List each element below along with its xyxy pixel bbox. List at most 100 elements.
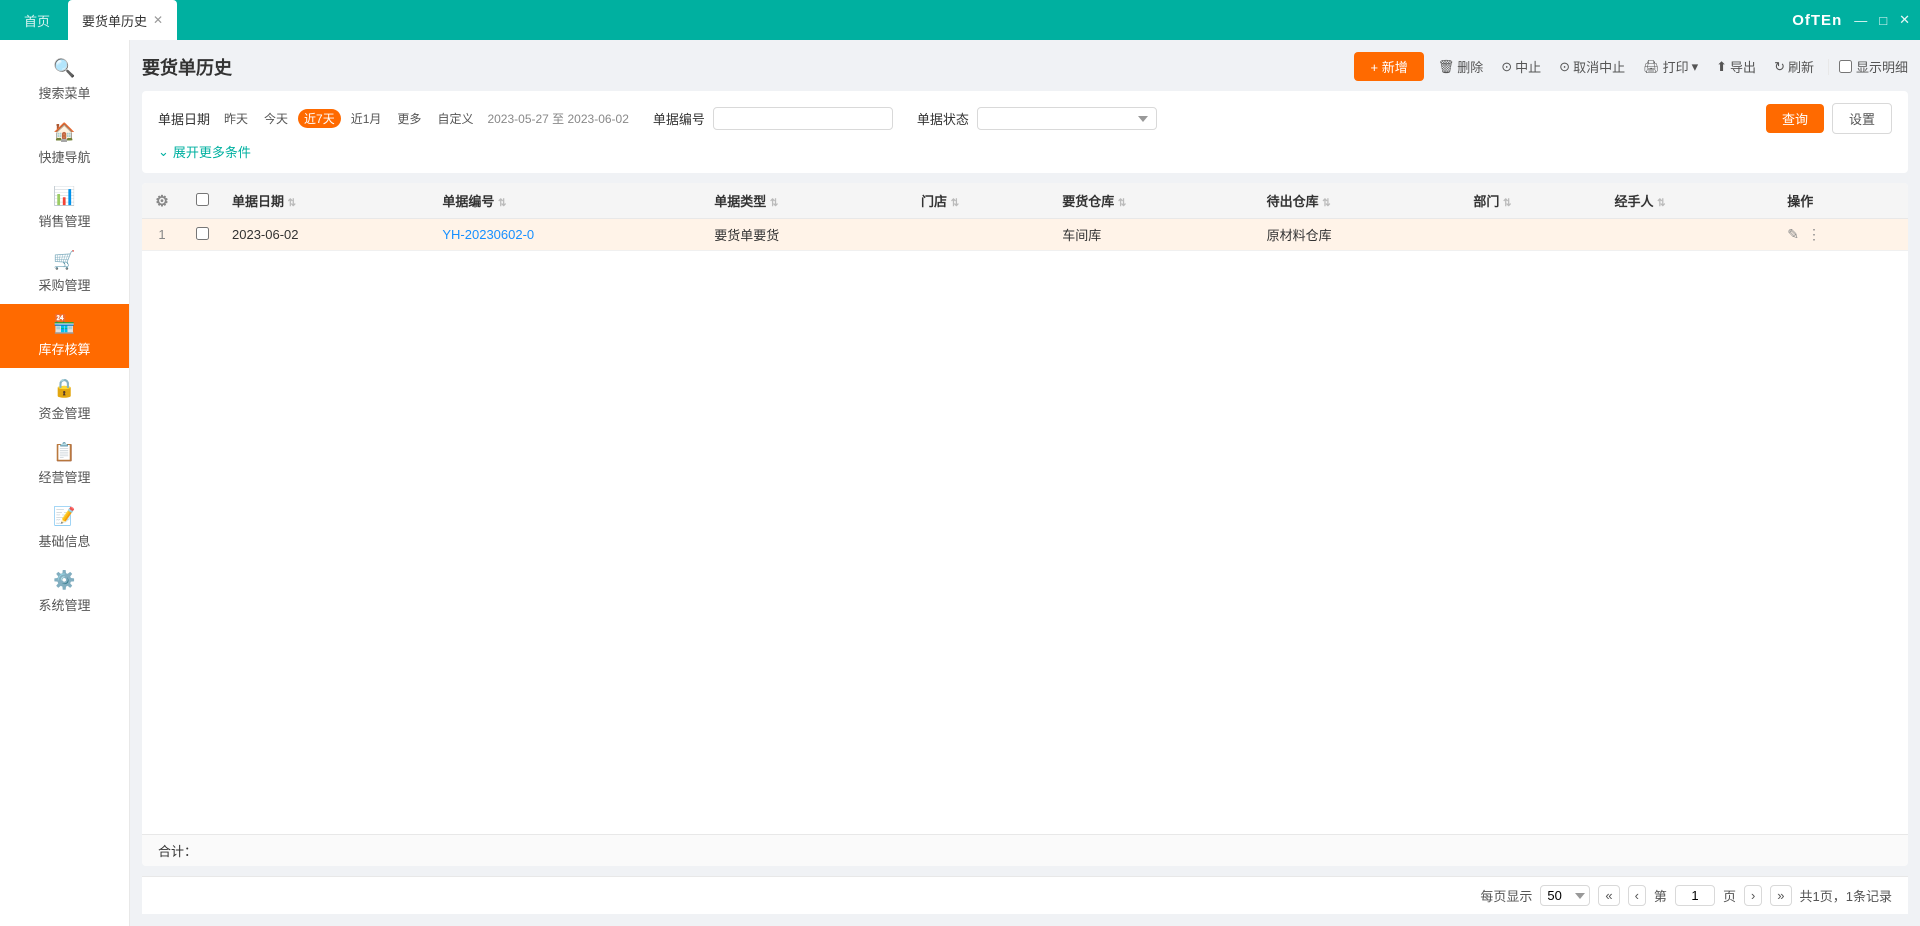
sidebar-item-purchase-label: 采购管理	[38, 275, 90, 294]
tab-history-label: 要货单历史	[82, 11, 147, 30]
pagination: 每页显示 10 20 50 100 « ‹ 第 页 › » 共1页，1条记录	[142, 876, 1908, 914]
col-doctype: 单据类型 ⇅	[704, 183, 911, 219]
sort-docno-icon[interactable]: ⇅	[498, 198, 506, 209]
col-dept: 部门 ⇅	[1463, 183, 1604, 219]
total-info: 共1页，1条记录	[1800, 886, 1892, 905]
row-index: 1	[142, 219, 182, 251]
window-close[interactable]: ✕	[1899, 12, 1910, 28]
date-opt-7days[interactable]: 近7天	[298, 109, 341, 128]
window-maximize[interactable]: □	[1879, 13, 1887, 28]
stop-icon: ⊙	[1501, 59, 1512, 75]
more-action-icon[interactable]: ⋮	[1807, 226, 1821, 243]
sidebar-item-operation-label: 经营管理	[38, 467, 90, 486]
date-opt-more[interactable]: 更多	[391, 109, 427, 128]
chevron-down-icon: ⌄	[158, 144, 169, 160]
row-dept	[1463, 219, 1604, 251]
sort-reqwarehouse-icon[interactable]: ⇅	[1118, 198, 1126, 209]
table-row[interactable]: 1 2023-06-02 YH-20230602-0 要货单要货 车间库 原材料…	[142, 219, 1908, 251]
col-pendingwarehouse: 待出仓库 ⇅	[1257, 183, 1464, 219]
date-opt-custom[interactable]: 自定义	[431, 109, 479, 128]
close-tab-icon[interactable]: ✕	[153, 13, 163, 27]
window-minimize[interactable]: —	[1854, 13, 1867, 28]
row-reqwarehouse: 车间库	[1052, 219, 1256, 251]
date-opt-1month[interactable]: 近1月	[345, 109, 388, 128]
page-size-select[interactable]: 10 20 50 100	[1540, 885, 1590, 906]
table-body: 1 2023-06-02 YH-20230602-0 要货单要货 车间库 原材料…	[142, 219, 1908, 251]
row-shop	[911, 219, 1052, 251]
sidebar-item-finance-label: 资金管理	[38, 403, 90, 422]
col-settings[interactable]: ⚙	[142, 183, 182, 219]
toolbar: + 新增 🗑 删除 ⊙ 中止 ⊙ 取消中止 🖨 打印 ▾	[1354, 52, 1908, 81]
print-dropdown-icon: ▾	[1692, 59, 1699, 75]
sidebar-item-operation[interactable]: 📋 经营管理	[0, 432, 129, 496]
filter-actions: 查询 设置	[1766, 103, 1892, 134]
sort-doctype-icon[interactable]: ⇅	[770, 198, 778, 209]
print-icon: 🖨	[1643, 59, 1660, 75]
expand-button[interactable]: ⌄ 展开更多条件	[158, 142, 251, 161]
tab-history[interactable]: 要货单历史 ✕	[68, 0, 177, 40]
sort-handler-icon[interactable]: ⇅	[1657, 198, 1665, 209]
sidebar-item-shortcut-label: 快捷导航	[38, 147, 90, 166]
select-all-checkbox[interactable]	[196, 193, 209, 206]
prev-page-button[interactable]: ‹	[1628, 885, 1646, 906]
row-docno[interactable]: YH-20230602-0	[432, 219, 704, 251]
finance-icon: 🔒	[53, 378, 75, 399]
sidebar-item-sales-label: 销售管理	[38, 211, 90, 230]
filter-date-group: 单据日期 昨天 今天 近7天 近1月 更多 自定义 2023-05-27 至 2…	[158, 109, 629, 128]
stop-button[interactable]: ⊙ 中止	[1497, 55, 1545, 78]
date-opts: 昨天 今天 近7天 近1月 更多 自定义	[218, 109, 479, 128]
data-table: ⚙ 单据日期 ⇅ 单据编号 ⇅	[142, 183, 1908, 251]
status-filter-label: 单据状态	[917, 109, 969, 128]
sidebar-item-sales[interactable]: 📊 销售管理	[0, 176, 129, 240]
sidebar-item-purchase[interactable]: 🛒 采购管理	[0, 240, 129, 304]
date-opt-today[interactable]: 今天	[258, 109, 294, 128]
sort-dept-icon[interactable]: ⇅	[1503, 198, 1511, 209]
col-docno: 单据编号 ⇅	[432, 183, 704, 219]
col-checkbox[interactable]	[182, 183, 222, 219]
footer-total-label: 合计：	[158, 841, 197, 860]
edit-action-icon[interactable]: ✎	[1787, 226, 1799, 243]
docno-input[interactable]	[713, 107, 893, 130]
brand-text: OfTEn	[1792, 12, 1842, 29]
sidebar-item-shortcut[interactable]: 🏠 快捷导航	[0, 112, 129, 176]
show-detail-checkbox[interactable]: 显示明细	[1839, 57, 1908, 76]
status-select[interactable]	[977, 107, 1157, 130]
row-checkbox-cell[interactable]	[182, 219, 222, 251]
delete-button[interactable]: 🗑 删除	[1434, 55, 1488, 78]
query-button[interactable]: 查询	[1766, 104, 1824, 133]
sidebar-item-basic[interactable]: 📝 基础信息	[0, 496, 129, 560]
date-opt-yesterday[interactable]: 昨天	[218, 109, 254, 128]
sidebar-item-system[interactable]: ⚙️ 系统管理	[0, 560, 129, 624]
row-doctype: 要货单要货	[704, 219, 911, 251]
row-checkbox[interactable]	[196, 227, 209, 240]
last-page-button[interactable]: »	[1770, 885, 1791, 906]
sidebar-item-finance[interactable]: 🔒 资金管理	[0, 368, 129, 432]
add-button[interactable]: + 新增	[1354, 52, 1423, 81]
sidebar-item-search[interactable]: 🔍 搜索菜单	[0, 48, 129, 112]
refresh-button[interactable]: ↻ 刷新	[1770, 55, 1818, 78]
page-title-bar: 要货单历史 + 新增 🗑 删除 ⊙ 中止 ⊙ 取消中止 🖨 打印	[142, 52, 1908, 81]
sort-date-icon[interactable]: ⇅	[288, 198, 296, 209]
row-docno-link[interactable]: YH-20230602-0	[442, 227, 534, 242]
cancel-stop-button[interactable]: ⊙ 取消中止	[1555, 55, 1629, 78]
show-detail-label: 显示明细	[1856, 57, 1908, 76]
page-input[interactable]	[1675, 885, 1715, 906]
show-detail-input[interactable]	[1839, 60, 1852, 73]
sort-pendingwarehouse-icon[interactable]: ⇅	[1322, 198, 1330, 209]
first-page-button[interactable]: «	[1598, 885, 1619, 906]
page-unit: 页	[1723, 886, 1736, 905]
sidebar-item-inventory[interactable]: 🏪 库存核算	[0, 304, 129, 368]
settings-gear-icon[interactable]: ⚙	[155, 193, 168, 210]
settings-button[interactable]: 设置	[1832, 103, 1892, 134]
tab-home[interactable]: 首页	[10, 0, 64, 40]
delete-icon: 🗑	[1438, 59, 1455, 75]
sidebar-item-inventory-label: 库存核算	[38, 339, 90, 358]
divider	[1828, 59, 1829, 75]
system-icon: ⚙️	[53, 570, 75, 591]
print-button[interactable]: 🖨 打印 ▾	[1639, 55, 1702, 78]
col-handler: 经手人 ⇅	[1604, 183, 1777, 219]
sort-shop-icon[interactable]: ⇅	[951, 198, 959, 209]
col-shop: 门店 ⇅	[911, 183, 1052, 219]
export-button[interactable]: ⬆ 导出	[1712, 55, 1760, 78]
next-page-button[interactable]: ›	[1744, 885, 1762, 906]
